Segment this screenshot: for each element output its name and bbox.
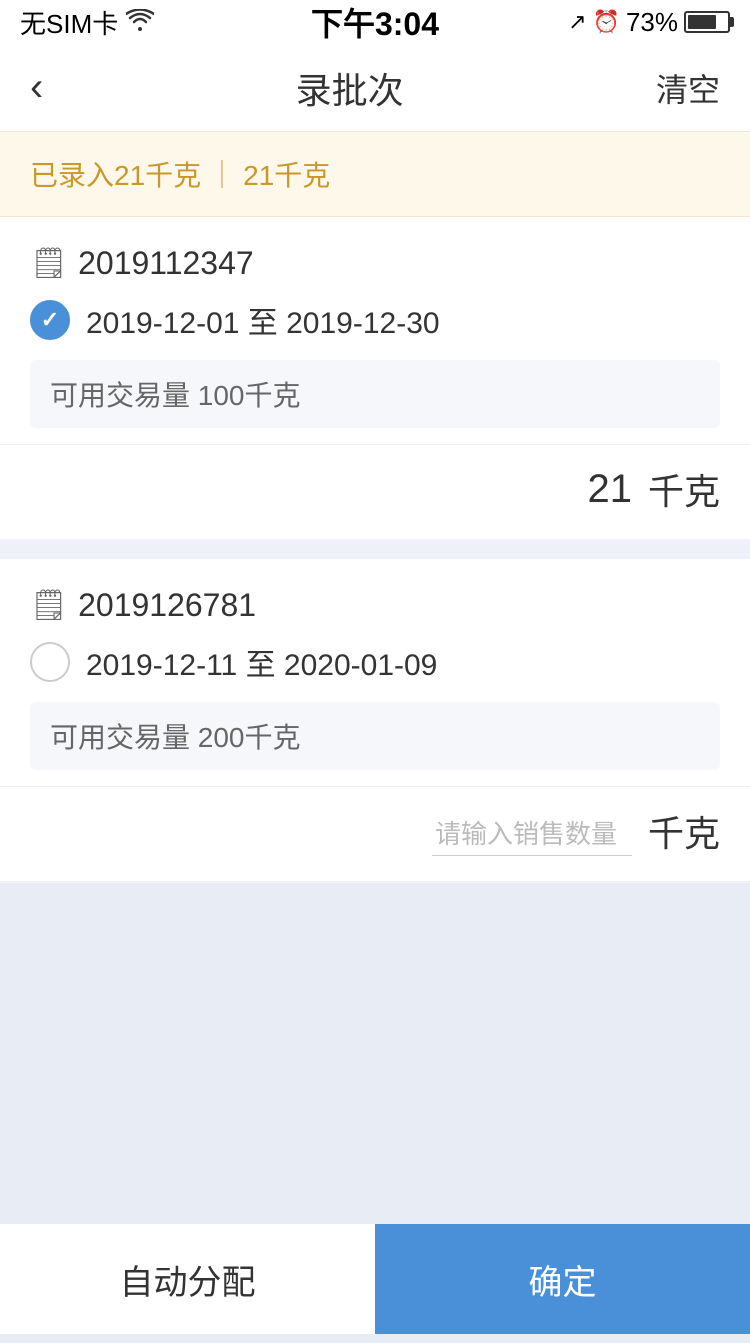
batch-item-1: 🗒 2019112347 ✓ 2019-12-01 至 2019-12-30 可… xyxy=(0,217,750,539)
battery-percent: 73% xyxy=(626,7,678,38)
back-button[interactable]: ‹ xyxy=(30,65,43,110)
avail-row-1: 可用交易量 100千克 xyxy=(30,360,720,428)
batch-header-1: 🗒 2019112347 xyxy=(0,217,750,292)
carrier-text: 无SIM卡 xyxy=(20,4,118,41)
qty-row-1: 21 千克 xyxy=(0,444,750,539)
info-divider xyxy=(221,160,223,188)
status-bar: 无SIM卡 下午3:04 ↗ ⏰ 73% xyxy=(0,0,750,44)
check-icon-1: ✓ xyxy=(41,307,59,333)
batch-doc-icon-1: 🗒 xyxy=(30,246,68,281)
batch-date-row-2[interactable]: 2019-12-11 至 2020-01-09 xyxy=(0,634,750,694)
batch-id-1: 2019112347 xyxy=(78,245,254,282)
avail-text-2: 可用交易量 200千克 xyxy=(50,722,301,753)
clear-button[interactable]: 清空 xyxy=(656,65,720,111)
page-title: 录批次 xyxy=(296,62,404,114)
info-bar: 已录入21千克 21千克 xyxy=(0,132,750,217)
batch-date-1: 2019-12-01 至 2019-12-30 xyxy=(86,298,440,342)
batch-item-2: 🗒 2019126781 2019-12-11 至 2020-01-09 可用交… xyxy=(0,559,750,881)
qty-row-2[interactable]: 千克 xyxy=(0,786,750,881)
nav-bar: ‹ 录批次 清空 xyxy=(0,44,750,132)
wifi-icon xyxy=(126,7,154,38)
batch-date-2: 2019-12-11 至 2020-01-09 xyxy=(86,640,437,684)
batch-header-2: 🗒 2019126781 xyxy=(0,559,750,634)
radio-2[interactable] xyxy=(30,642,70,682)
recorded-amount: 已录入21千克 xyxy=(30,154,201,194)
total-amount: 21千克 xyxy=(243,154,330,194)
avail-text-1: 可用交易量 100千克 xyxy=(50,380,301,411)
location-icon: ↗ xyxy=(568,9,586,35)
section-separator xyxy=(0,541,750,559)
bottom-bar: 自动分配 确定 xyxy=(0,1224,750,1334)
qty-unit-2: 千克 xyxy=(648,805,720,857)
radio-1[interactable]: ✓ xyxy=(30,300,70,340)
qty-unit-1: 千克 xyxy=(648,463,720,515)
alarm-icon: ⏰ xyxy=(593,9,620,35)
qty-input-2[interactable] xyxy=(432,806,632,856)
avail-row-2: 可用交易量 200千克 xyxy=(30,702,720,770)
confirm-button[interactable]: 确定 xyxy=(375,1224,750,1334)
battery-icon xyxy=(684,11,730,33)
batch-date-row-1[interactable]: ✓ 2019-12-01 至 2019-12-30 xyxy=(0,292,750,352)
batch-doc-icon-2: 🗒 xyxy=(30,588,68,623)
batch-id-2: 2019126781 xyxy=(78,587,256,624)
qty-value-1: 21 xyxy=(587,467,632,512)
status-time: 下午3:04 xyxy=(311,0,439,45)
status-left: 无SIM卡 xyxy=(20,4,154,41)
auto-distribute-button[interactable]: 自动分配 xyxy=(0,1224,375,1334)
status-right: ↗ ⏰ 73% xyxy=(568,7,730,38)
